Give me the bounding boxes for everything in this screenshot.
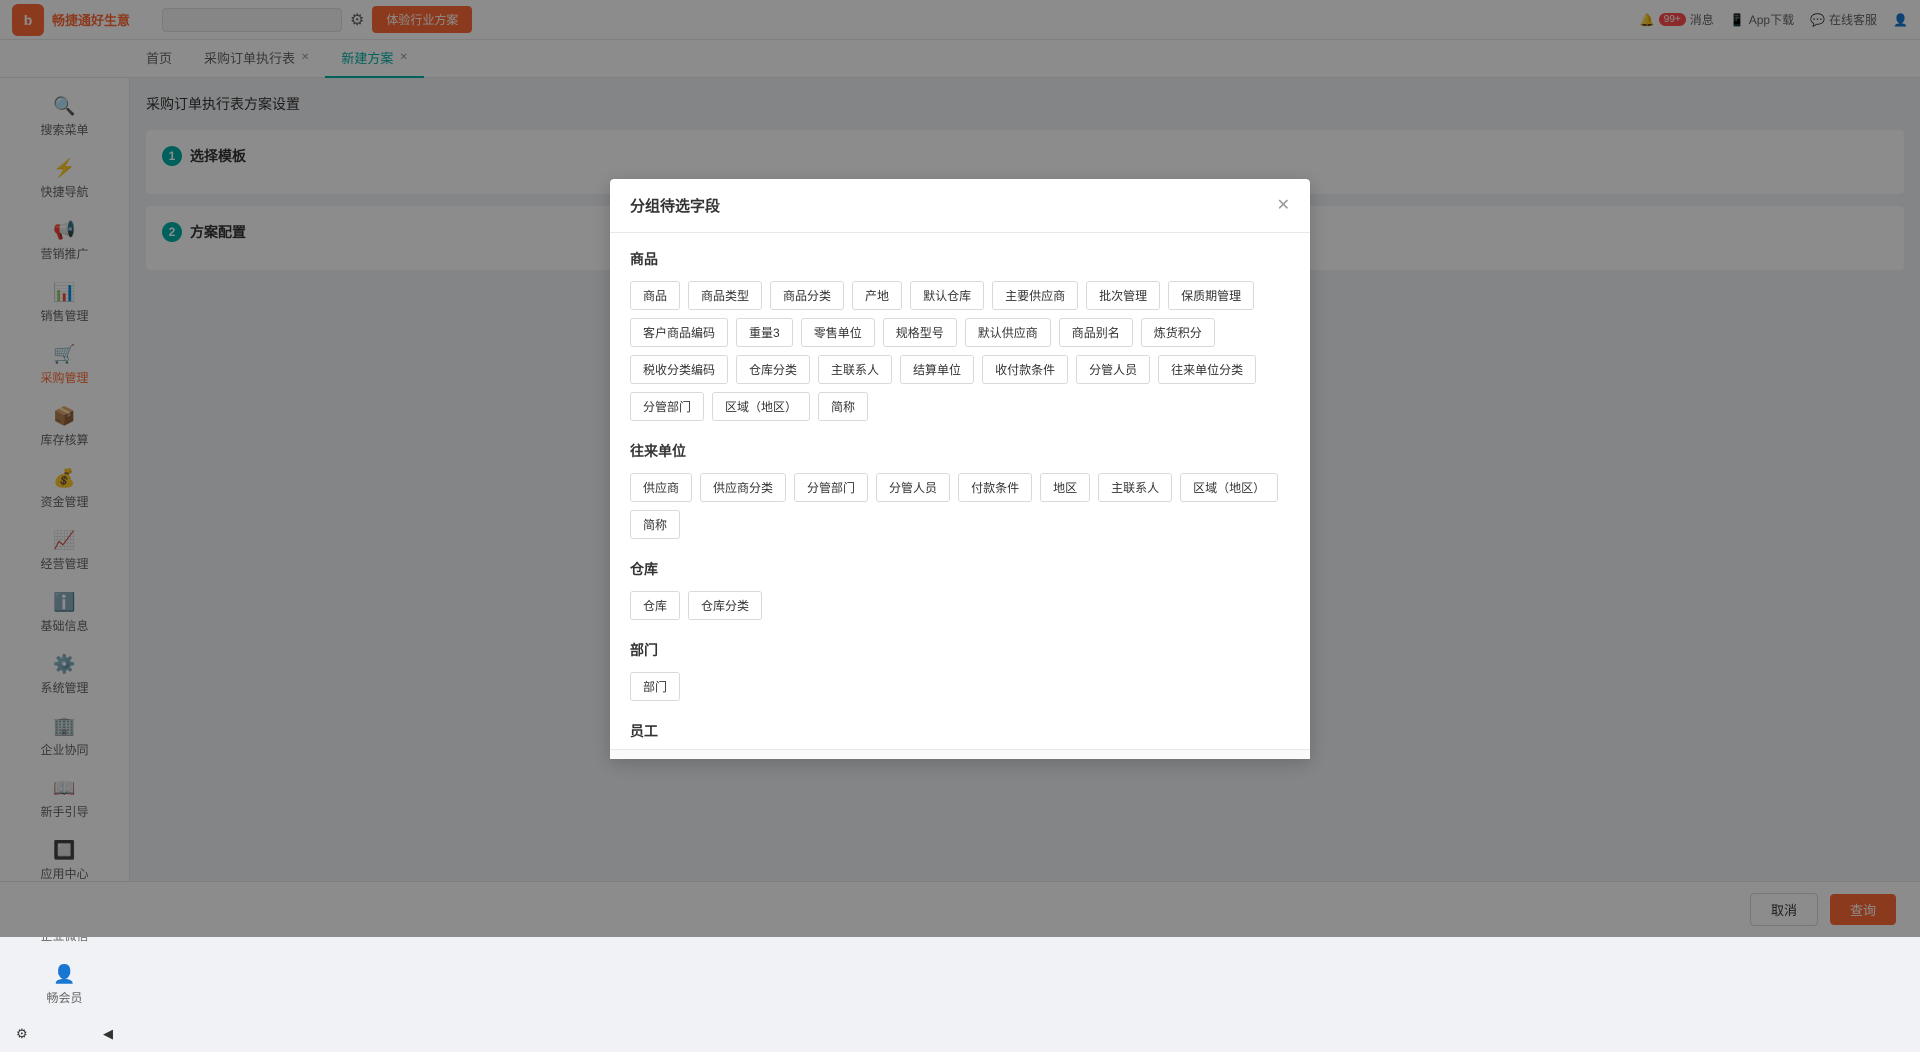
field-tag-goods-2[interactable]: 商品分类 — [770, 281, 844, 310]
field-tag-partner-1[interactable]: 供应商分类 — [700, 473, 786, 502]
field-tag-goods-11[interactable]: 规格型号 — [883, 318, 957, 347]
field-tag-goods-17[interactable]: 主联系人 — [818, 355, 892, 384]
scroll-track — [610, 750, 1310, 758]
field-tag-partner-5[interactable]: 地区 — [1040, 473, 1090, 502]
modal-close-button[interactable]: ✕ — [1277, 195, 1290, 215]
field-tag-partner-8[interactable]: 简称 — [630, 510, 680, 539]
field-tag-goods-8[interactable]: 客户商品编码 — [630, 318, 728, 347]
section-title-warehouse: 仓库 — [630, 559, 1290, 579]
field-tag-goods-15[interactable]: 税收分类编码 — [630, 355, 728, 384]
field-tags-department: 部门 — [630, 672, 1290, 701]
field-tag-goods-14[interactable]: 炼货积分 — [1141, 318, 1215, 347]
field-tag-goods-5[interactable]: 主要供应商 — [992, 281, 1078, 310]
collapse-icon[interactable]: ◀ — [103, 1026, 113, 1042]
field-tag-goods-3[interactable]: 产地 — [852, 281, 902, 310]
field-tag-goods-24[interactable]: 简称 — [818, 392, 868, 421]
field-tag-partner-0[interactable]: 供应商 — [630, 473, 692, 502]
modal-horizontal-scrollbar[interactable] — [610, 749, 1310, 758]
modal-title: 分组待选字段 — [630, 195, 720, 216]
modal-overlay: 分组待选字段 ✕ 商品商品商品类型商品分类产地默认仓库主要供应商批次管理保质期管… — [0, 0, 1920, 937]
field-tag-warehouse-1[interactable]: 仓库分类 — [688, 591, 762, 620]
field-tag-goods-7[interactable]: 保质期管理 — [1168, 281, 1254, 310]
field-tag-goods-12[interactable]: 默认供应商 — [965, 318, 1051, 347]
sidebar-bottom: ⚙ ◀ — [0, 1016, 129, 1052]
field-tag-goods-18[interactable]: 结算单位 — [900, 355, 974, 384]
field-tags-goods: 商品商品类型商品分类产地默认仓库主要供应商批次管理保质期管理客户商品编码重量3 零… — [630, 281, 1290, 421]
modal-header: 分组待选字段 ✕ — [610, 179, 1310, 233]
field-selection-modal: 分组待选字段 ✕ 商品商品商品类型商品分类产地默认仓库主要供应商批次管理保质期管… — [610, 179, 1310, 759]
section-title-goods: 商品 — [630, 249, 1290, 269]
field-tag-goods-21[interactable]: 往来单位分类 — [1158, 355, 1256, 384]
section-goods: 商品商品商品类型商品分类产地默认仓库主要供应商批次管理保质期管理客户商品编码重量… — [630, 249, 1290, 421]
field-tag-partner-3[interactable]: 分管人员 — [876, 473, 950, 502]
field-tags-partner: 供应商供应商分类分管部门分管人员付款条件地区主联系人区域（地区） 简称 — [630, 473, 1290, 539]
field-tag-goods-20[interactable]: 分管人员 — [1076, 355, 1150, 384]
section-department: 部门部门 — [630, 640, 1290, 701]
field-tag-goods-9[interactable]: 重量3 — [736, 318, 793, 347]
field-tag-goods-19[interactable]: 收付款条件 — [982, 355, 1068, 384]
section-title-partner: 往来单位 — [630, 441, 1290, 461]
sidebar-label-member: 畅会员 — [46, 989, 82, 1006]
field-tag-goods-10[interactable]: 零售单位 — [801, 318, 875, 347]
field-tag-goods-16[interactable]: 仓库分类 — [736, 355, 810, 384]
field-tag-goods-22[interactable]: 分管部门 — [630, 392, 704, 421]
modal-body: 商品商品商品类型商品分类产地默认仓库主要供应商批次管理保质期管理客户商品编码重量… — [610, 233, 1310, 750]
section-title-employee: 员工 — [630, 721, 1290, 741]
section-title-department: 部门 — [630, 640, 1290, 660]
field-tag-goods-6[interactable]: 批次管理 — [1086, 281, 1160, 310]
section-warehouse: 仓库仓库仓库分类 — [630, 559, 1290, 620]
sidebar-item-member[interactable]: 👤 畅会员 — [0, 954, 129, 1016]
field-tag-goods-1[interactable]: 商品类型 — [688, 281, 762, 310]
field-tag-warehouse-0[interactable]: 仓库 — [630, 591, 680, 620]
field-tag-partner-6[interactable]: 主联系人 — [1098, 473, 1172, 502]
field-tag-partner-4[interactable]: 付款条件 — [958, 473, 1032, 502]
section-employee: 员工业务员 — [630, 721, 1290, 750]
field-tag-partner-2[interactable]: 分管部门 — [794, 473, 868, 502]
section-partner: 往来单位供应商供应商分类分管部门分管人员付款条件地区主联系人区域（地区） 简称 — [630, 441, 1290, 539]
field-tag-partner-7[interactable]: 区域（地区） — [1180, 473, 1278, 502]
field-tag-goods-13[interactable]: 商品别名 — [1059, 318, 1133, 347]
field-tags-warehouse: 仓库仓库分类 — [630, 591, 1290, 620]
field-tag-goods-4[interactable]: 默认仓库 — [910, 281, 984, 310]
field-tag-goods-23[interactable]: 区域（地区） — [712, 392, 810, 421]
member-icon: 👤 — [53, 964, 75, 985]
field-tag-department-0[interactable]: 部门 — [630, 672, 680, 701]
field-tag-goods-0[interactable]: 商品 — [630, 281, 680, 310]
settings-bottom-icon[interactable]: ⚙ — [16, 1026, 28, 1042]
